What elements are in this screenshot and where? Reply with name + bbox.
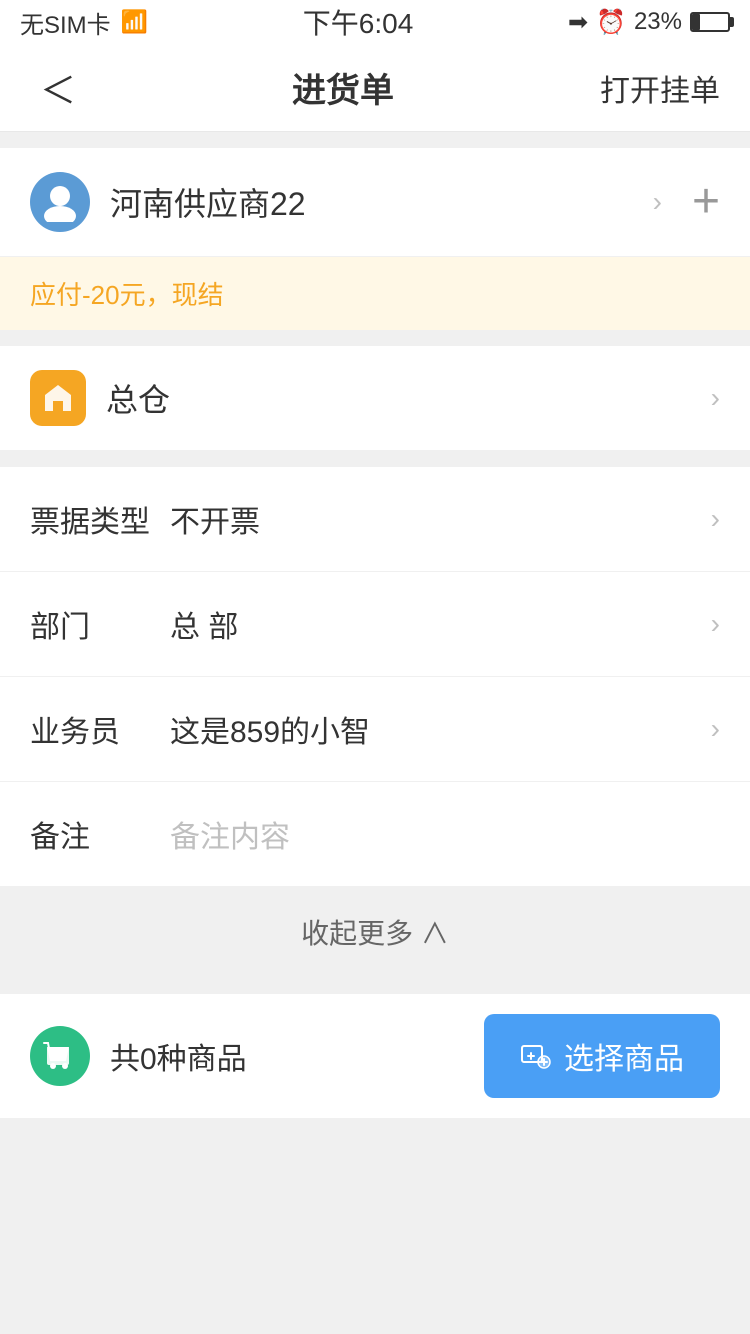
salesperson-value: 这是859的小智	[170, 707, 711, 751]
cart-icon	[43, 1039, 77, 1073]
back-button[interactable]: ＜	[30, 52, 86, 124]
select-goods-button[interactable]: 选择商品	[484, 1014, 720, 1098]
supplier-row[interactable]: 河南供应商22 › +	[0, 148, 750, 257]
select-goods-label: 选择商品	[564, 1034, 684, 1078]
salesperson-chevron-icon: ›	[711, 713, 720, 745]
department-row[interactable]: 部门 总 部 ›	[0, 571, 750, 676]
supplier-section: 河南供应商22 › + 应付-20元，现结	[0, 148, 750, 330]
invoice-chevron-icon: ›	[711, 503, 720, 535]
status-left: 无SIM卡 📶	[20, 5, 148, 40]
status-time: 下午6:04	[303, 2, 414, 42]
invoice-type-row[interactable]: 票据类型 不开票 ›	[0, 466, 750, 571]
carrier-text: 无SIM卡	[20, 5, 111, 40]
remark-label: 备注	[30, 812, 170, 856]
nav-bar: ＜ 进货单 打开挂单	[0, 44, 750, 132]
separator-1	[0, 132, 750, 148]
person-icon	[42, 182, 78, 222]
invoice-type-label: 票据类型	[30, 497, 170, 541]
product-bar: 共0种商品 选择商品	[0, 994, 750, 1118]
department-chevron-icon: ›	[711, 608, 720, 640]
alarm-icon: ⏰	[596, 8, 626, 37]
status-right: ➡ ⏰ 23%	[568, 8, 730, 37]
select-goods-icon	[520, 1042, 552, 1070]
house-icon	[43, 383, 73, 413]
warehouse-name: 总仓	[106, 375, 711, 421]
battery-fill	[692, 14, 700, 30]
supplier-avatar	[30, 172, 90, 232]
warehouse-icon	[30, 370, 86, 426]
warehouse-row[interactable]: 总仓 ›	[0, 346, 750, 450]
wifi-icon: 📶	[121, 9, 148, 35]
battery-icon	[690, 12, 730, 32]
warehouse-chevron-icon: ›	[711, 382, 720, 414]
remark-row[interactable]: 备注 备注内容	[0, 781, 750, 886]
remark-input[interactable]: 备注内容	[170, 812, 720, 856]
status-bar: 无SIM卡 📶 下午6:04 ➡ ⏰ 23%	[0, 0, 750, 44]
supplier-name: 河南供应商22	[110, 179, 653, 225]
open-pending-button[interactable]: 打开挂单	[600, 66, 720, 110]
product-count-text: 共0种商品	[110, 1034, 484, 1078]
supplier-chevron-icon: ›	[653, 186, 662, 218]
department-value: 总 部	[170, 602, 711, 646]
page-title: 进货单	[292, 63, 394, 112]
battery-text: 23%	[634, 8, 682, 36]
product-icon	[30, 1026, 90, 1086]
location-icon: ➡	[568, 8, 588, 37]
department-label: 部门	[30, 602, 170, 646]
separator-3	[0, 450, 750, 466]
collapse-button[interactable]: 收起更多 ∧	[0, 886, 750, 978]
salesperson-row[interactable]: 业务员 这是859的小智 ›	[0, 676, 750, 781]
add-button[interactable]: +	[692, 178, 720, 226]
invoice-type-value: 不开票	[170, 497, 711, 541]
form-section: 票据类型 不开票 › 部门 总 部 › 业务员 这是859的小智 › 备注 备注…	[0, 466, 750, 886]
notice-text: 应付-20元，现结	[30, 280, 224, 310]
salesperson-label: 业务员	[30, 707, 170, 751]
separator-2	[0, 330, 750, 346]
notice-bar: 应付-20元，现结	[0, 257, 750, 330]
